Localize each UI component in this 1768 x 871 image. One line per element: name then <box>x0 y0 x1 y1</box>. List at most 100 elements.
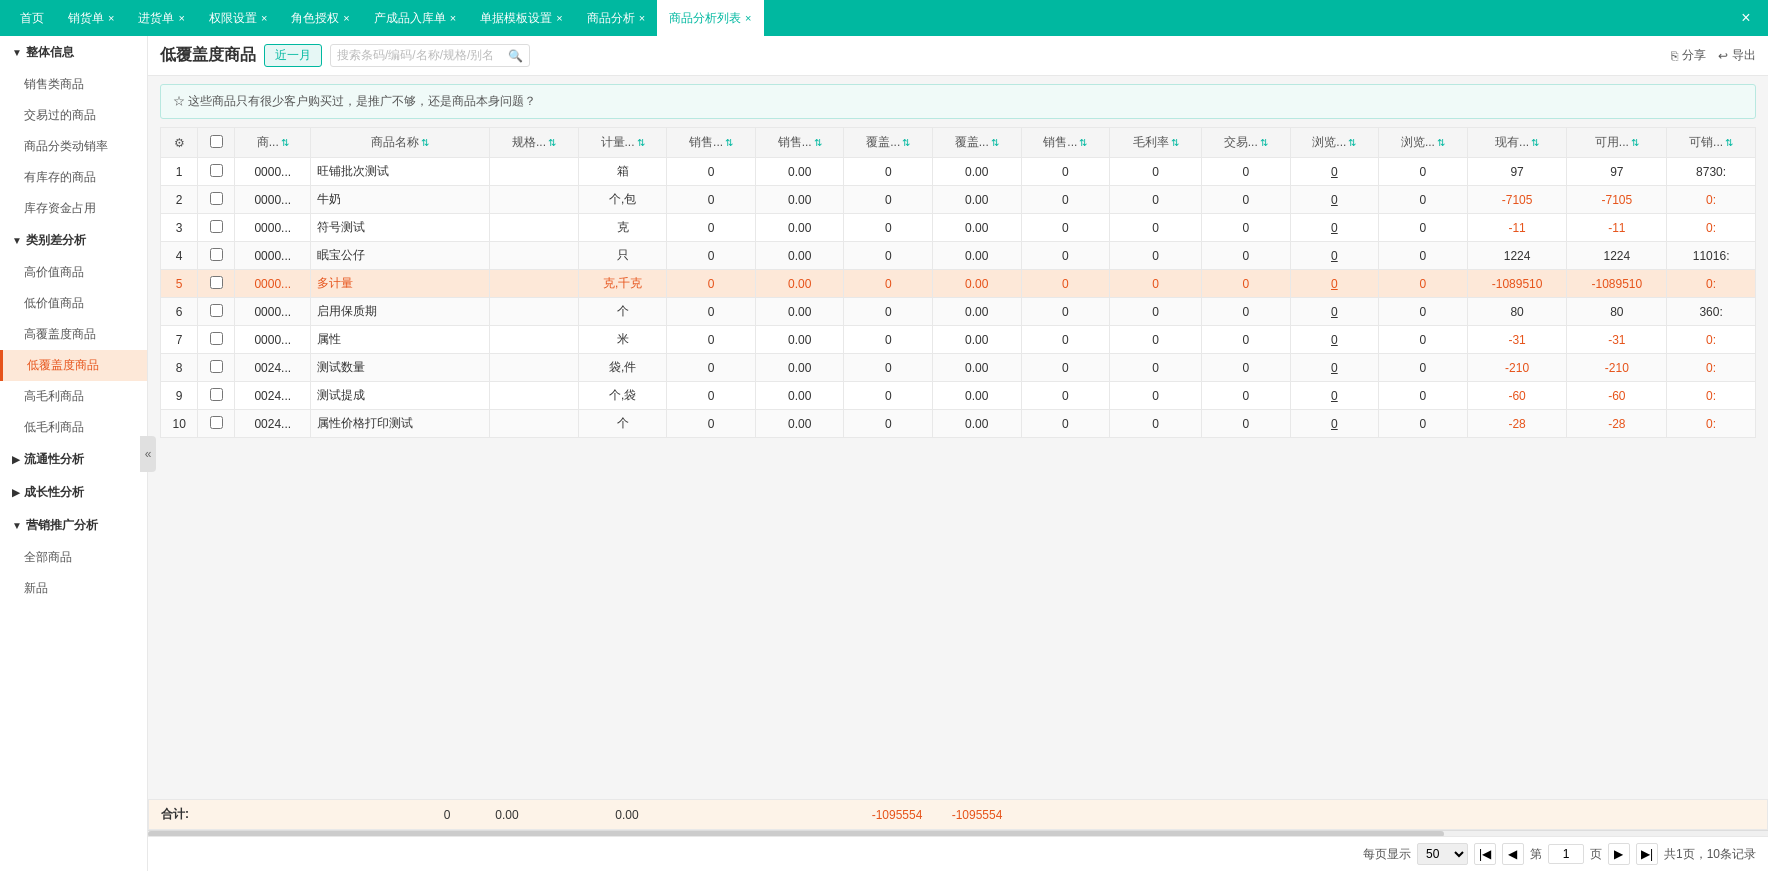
col-name[interactable]: 商品名称⇅ <box>311 128 490 158</box>
page-number-input[interactable] <box>1548 844 1584 864</box>
sidebar-item-high-value[interactable]: 高价值商品 <box>0 257 147 288</box>
search-box[interactable]: 搜索条码/编码/名称/规格/别名 🔍 <box>330 44 530 67</box>
next-page-button[interactable]: ▶ <box>1608 843 1630 865</box>
window-close-button[interactable]: × <box>1732 4 1760 32</box>
row-checkbox[interactable] <box>198 214 235 242</box>
col-spec[interactable]: 规格...⇅ <box>490 128 579 158</box>
select-all-checkbox[interactable] <box>210 135 223 148</box>
sidebar-item-high-coverage[interactable]: 高覆盖度商品 <box>0 319 147 350</box>
row-sales2: 0.00 <box>755 242 844 270</box>
sidebar-collapse-button[interactable]: « <box>140 436 156 472</box>
close-template-settings-icon[interactable]: × <box>556 12 562 24</box>
sidebar-item-low-margin[interactable]: 低毛利商品 <box>0 412 147 443</box>
col-gross[interactable]: 毛利率⇅ <box>1110 128 1202 158</box>
period-button[interactable]: 近一月 <box>264 44 322 67</box>
col-unit[interactable]: 计量...⇅ <box>578 128 667 158</box>
nav-purchase-order[interactable]: 进货单 × <box>126 0 196 36</box>
nav-sales-order[interactable]: 销货单 × <box>56 0 126 36</box>
last-page-button[interactable]: ▶| <box>1636 843 1658 865</box>
col-checkbox[interactable] <box>198 128 235 158</box>
col-coverage1[interactable]: 覆盖...⇅ <box>844 128 933 158</box>
row-browse1[interactable]: 0 <box>1290 298 1379 326</box>
sidebar-item-traded-goods[interactable]: 交易过的商品 <box>0 100 147 131</box>
share-button[interactable]: ⎘ 分享 <box>1671 47 1706 64</box>
row-sales3: 0 <box>1021 354 1110 382</box>
row-browse1[interactable]: 0 <box>1290 242 1379 270</box>
row-coverage1: 0 <box>844 326 933 354</box>
row-browse1[interactable]: 0 <box>1290 382 1379 410</box>
col-coverage2[interactable]: 覆盖...⇅ <box>933 128 1022 158</box>
sidebar-item-stock-capital[interactable]: 库存资金占用 <box>0 193 147 224</box>
row-no: 1 <box>161 158 198 186</box>
close-sales-order-icon[interactable]: × <box>108 12 114 24</box>
row-checkbox[interactable] <box>198 410 235 438</box>
search-icon[interactable]: 🔍 <box>508 49 523 63</box>
table-container[interactable]: ⚙ 商...⇅ 商品名称⇅ 规格...⇅ 计量...⇅ 销售...⇅ 销售...… <box>160 127 1756 799</box>
row-trade: 0 <box>1202 326 1291 354</box>
close-purchase-order-icon[interactable]: × <box>178 12 184 24</box>
sidebar-section-category[interactable]: ▼ 类别差分析 <box>0 224 147 257</box>
close-product-inbound-icon[interactable]: × <box>450 12 456 24</box>
sidebar-item-category-rate[interactable]: 商品分类动销率 <box>0 131 147 162</box>
prev-page-button[interactable]: ◀ <box>1502 843 1524 865</box>
row-checkbox[interactable] <box>198 298 235 326</box>
row-browse1[interactable]: 0 <box>1290 186 1379 214</box>
col-sales3[interactable]: 销售...⇅ <box>1021 128 1110 158</box>
row-checkbox[interactable] <box>198 158 235 186</box>
nav-permission[interactable]: 权限设置 × <box>197 0 279 36</box>
nav-home[interactable]: 首页 <box>8 0 56 36</box>
sidebar-item-all-goods[interactable]: 全部商品 <box>0 542 147 573</box>
col-available[interactable]: 可用...⇅ <box>1567 128 1667 158</box>
row-browse1[interactable]: 0 <box>1290 270 1379 298</box>
row-checkbox[interactable] <box>198 354 235 382</box>
col-current[interactable]: 现有...⇅ <box>1467 128 1567 158</box>
close-role-auth-icon[interactable]: × <box>343 12 349 24</box>
page-size-select[interactable]: 50 100 200 <box>1417 843 1468 865</box>
row-browse1[interactable]: 0 <box>1290 214 1379 242</box>
col-trade[interactable]: 交易...⇅ <box>1202 128 1291 158</box>
sidebar-item-new-goods[interactable]: 新品 <box>0 573 147 604</box>
nav-template-settings[interactable]: 单据模板设置 × <box>468 0 574 36</box>
row-code: 0024... <box>235 354 311 382</box>
sidebar-item-low-value[interactable]: 低价值商品 <box>0 288 147 319</box>
sidebar-item-sales-goods[interactable]: 销售类商品 <box>0 69 147 100</box>
nav-product-inbound[interactable]: 产成品入库单 × <box>362 0 468 36</box>
col-browse1[interactable]: 浏览...⇅ <box>1290 128 1379 158</box>
close-goods-analysis-icon[interactable]: × <box>639 12 645 24</box>
close-permission-icon[interactable]: × <box>261 12 267 24</box>
sidebar-section-marketing[interactable]: ▼ 营销推广分析 <box>0 509 147 542</box>
sidebar-section-liquidity[interactable]: ▶ 流通性分析 <box>0 443 147 476</box>
nav-role-auth[interactable]: 角色授权 × <box>279 0 361 36</box>
row-gross: 0 <box>1110 382 1202 410</box>
sidebar-item-low-coverage[interactable]: 低覆盖度商品 <box>0 350 147 381</box>
row-browse1[interactable]: 0 <box>1290 158 1379 186</box>
col-sales1[interactable]: 销售...⇅ <box>667 128 756 158</box>
page-suffix: 页 <box>1590 846 1602 863</box>
row-sales3: 0 <box>1021 410 1110 438</box>
first-page-button[interactable]: |◀ <box>1474 843 1496 865</box>
col-browse2[interactable]: 浏览...⇅ <box>1379 128 1468 158</box>
row-browse1[interactable]: 0 <box>1290 326 1379 354</box>
col-settings[interactable]: ⚙ <box>161 128 198 158</box>
row-checkbox[interactable] <box>198 242 235 270</box>
sidebar-section-overall[interactable]: ▼ 整体信息 <box>0 36 147 69</box>
row-browse1[interactable]: 0 <box>1290 410 1379 438</box>
sidebar-section-growth[interactable]: ▶ 成长性分析 <box>0 476 147 509</box>
row-checkbox[interactable] <box>198 270 235 298</box>
row-checkbox[interactable] <box>198 186 235 214</box>
export-button[interactable]: ↩ 导出 <box>1718 47 1756 64</box>
row-browse2: 0 <box>1379 214 1468 242</box>
col-code[interactable]: 商...⇅ <box>235 128 311 158</box>
col-sellable[interactable]: 可销...⇅ <box>1667 128 1756 158</box>
col-sales2[interactable]: 销售...⇅ <box>755 128 844 158</box>
sidebar-item-instock-goods[interactable]: 有库存的商品 <box>0 162 147 193</box>
nav-goods-analysis[interactable]: 商品分析 × <box>575 0 657 36</box>
row-checkbox[interactable] <box>198 382 235 410</box>
row-sellable: 0: <box>1667 270 1756 298</box>
row-browse1[interactable]: 0 <box>1290 354 1379 382</box>
close-goods-analysis-list-icon[interactable]: × <box>745 12 751 24</box>
row-gross: 0 <box>1110 214 1202 242</box>
sidebar-item-high-margin[interactable]: 高毛利商品 <box>0 381 147 412</box>
row-checkbox[interactable] <box>198 326 235 354</box>
nav-goods-analysis-list[interactable]: 商品分析列表 × <box>657 0 763 36</box>
